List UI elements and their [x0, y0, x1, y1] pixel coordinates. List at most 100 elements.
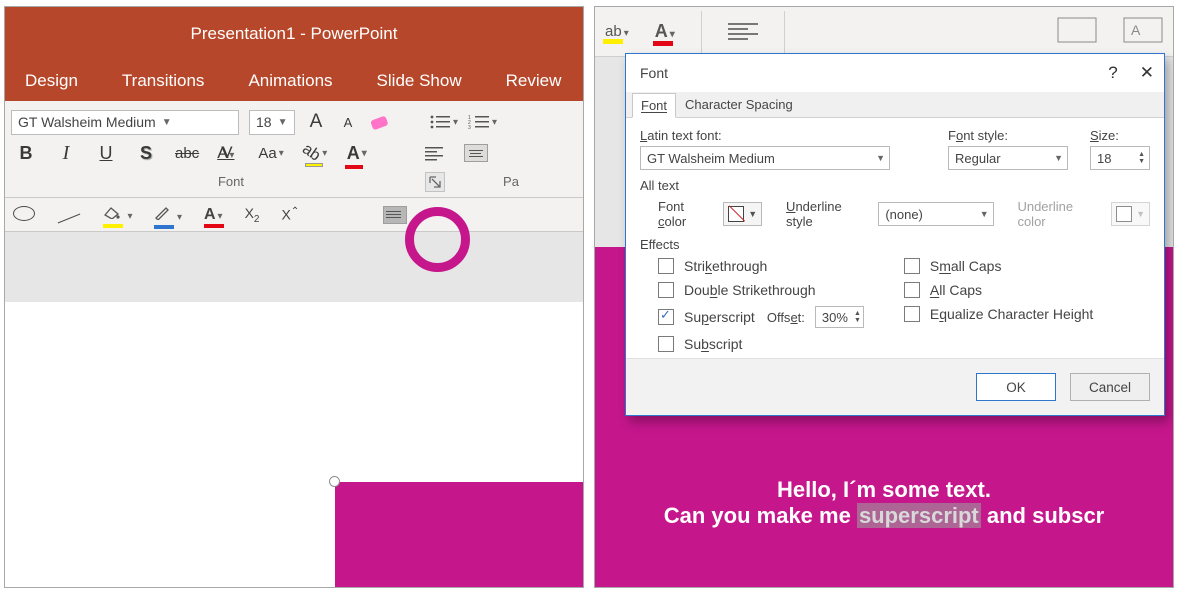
dialog-tab-font[interactable]: Font [632, 93, 676, 118]
underline-color-picker: ▼ [1111, 202, 1150, 226]
help-button[interactable]: ? [1108, 63, 1117, 83]
align-center-button[interactable] [464, 144, 488, 162]
paint-bucket-icon [103, 205, 121, 219]
shape-fill-button[interactable]: ▾ [103, 205, 132, 224]
increase-font-size-button[interactable] [305, 110, 327, 134]
dialog-tabs: Font Character Spacing [626, 92, 1164, 118]
selection-handle[interactable] [329, 476, 340, 487]
font-color-picker[interactable]: ▼ [723, 202, 762, 226]
chevron-down-icon: ▾ [451, 117, 458, 128]
color-swatch-icon [1116, 206, 1132, 222]
font-dialog-launcher[interactable] [425, 172, 445, 192]
tab-slideshow[interactable]: Slide Show [377, 71, 462, 91]
font-name-value: GT Walsheim Medium [18, 114, 156, 130]
font-style-combobox[interactable]: Regular ▼ [948, 146, 1068, 170]
spinner-icon: ▲▼ [1138, 151, 1145, 165]
align-left-button[interactable] [424, 141, 446, 165]
text-box-shape[interactable] [335, 482, 583, 587]
slide-text-line1: Hello, I´m some text. [595, 477, 1173, 503]
latin-font-combobox[interactable]: GT Walsheim Medium ▼ [640, 146, 890, 170]
superscript-checkbox[interactable]: Superscript [658, 309, 755, 325]
font-color-swatch [653, 41, 673, 46]
tab-animations[interactable]: Animations [248, 71, 332, 91]
offset-value: 30% [822, 310, 848, 325]
close-button[interactable]: ✕ [1140, 63, 1154, 83]
strikethrough-checkbox[interactable]: Strikethrough [658, 258, 864, 274]
svg-text:3: 3 [468, 125, 471, 130]
font-color-button-2[interactable]: A▾ [204, 206, 223, 224]
offset-spinner[interactable]: 30% ▲▼ [815, 306, 864, 328]
allcaps-checkbox[interactable]: All Caps [904, 282, 1093, 298]
tab-design[interactable]: Design [25, 71, 78, 91]
eraser-icon [369, 112, 391, 132]
rectangle-icon [1057, 17, 1097, 43]
font-size-value: 18 [256, 114, 272, 130]
italic-button[interactable]: I [55, 141, 77, 165]
shape-textbox-button[interactable]: A [1123, 17, 1163, 46]
shape-line-button[interactable] [57, 207, 81, 222]
slide-canvas[interactable] [5, 302, 583, 587]
font-size-spinner[interactable]: 18 ▲▼ [1090, 146, 1150, 170]
shape-ellipse-button[interactable] [13, 206, 35, 224]
ribbon-home-font: GT Walsheim Medium ▼ 18 ▼ [5, 101, 583, 198]
double-strikethrough-checkbox[interactable]: Double Strikethrough [658, 282, 864, 298]
clear-formatting-button[interactable] [369, 110, 391, 134]
ribbon-group-paragraph: Pa [451, 167, 571, 195]
text-highlight-button[interactable]: ab▾ [605, 23, 629, 40]
bold-button[interactable]: B [15, 141, 37, 165]
color-swatch-icon [728, 206, 744, 222]
ok-button[interactable]: OK [976, 373, 1056, 401]
selected-text[interactable]: superscript [857, 503, 981, 528]
ellipse-icon [13, 206, 35, 221]
font-name-combobox[interactable]: GT Walsheim Medium ▼ [11, 110, 239, 135]
subscript-button[interactable]: X2 [245, 205, 260, 225]
font-color-button[interactable]: A▾ [655, 21, 675, 42]
tab-review[interactable]: Review [506, 71, 562, 91]
line-icon [58, 214, 81, 224]
dialog-title: Font [640, 65, 668, 81]
mini-format-toolbar: ▾ ▾ A▾ X2 X⌃ [5, 198, 583, 232]
caret-icon: ⌃ [291, 206, 299, 217]
numbering-button[interactable]: 1 2 3 ▾ [468, 110, 497, 134]
font-size-value: 18 [1097, 151, 1111, 166]
text-shadow-button[interactable]: S [135, 141, 157, 165]
dialog-tab-character-spacing[interactable]: Character Spacing [676, 92, 802, 117]
equalize-height-checkbox[interactable]: Equalize Character Height [904, 306, 1093, 322]
shape-outline-button[interactable]: ▾ [154, 204, 181, 225]
alltext-label: All text [640, 178, 1150, 193]
underline-color-label: Underline color [1017, 199, 1101, 229]
font-color-button[interactable]: A ▾ [346, 141, 368, 165]
decrease-font-size-button[interactable] [337, 110, 359, 134]
character-spacing-button[interactable]: AV [217, 141, 240, 165]
tab-transitions[interactable]: Transitions [122, 71, 205, 91]
chevron-down-icon: ▾ [360, 148, 367, 159]
underline-button[interactable]: U [95, 141, 117, 165]
separator [784, 11, 785, 53]
right-panel: ab▾ A▾ A Hello, I´m some text. Can yo [594, 6, 1174, 588]
ribbon-tabs: Design Transitions Animations Slide Show… [5, 61, 583, 101]
strikethrough-button[interactable]: abc [175, 141, 199, 165]
cancel-button[interactable]: Cancel [1070, 373, 1150, 401]
align-button[interactable] [383, 206, 407, 224]
paragraph-align-group[interactable] [728, 23, 758, 40]
bullet-list-icon [429, 114, 451, 130]
textbox-icon: A [1123, 17, 1163, 43]
font-style-label: Font style: [948, 128, 1068, 143]
smallcaps-checkbox[interactable]: Small Caps [904, 258, 1093, 274]
underline-style-combobox[interactable]: (none) ▼ [878, 202, 993, 226]
bullets-button[interactable]: ▾ [429, 110, 458, 134]
spinner-icon: ▲▼ [854, 310, 861, 324]
dialog-title-bar: Font ? ✕ [626, 54, 1164, 92]
superscript-button[interactable]: X⌃ [281, 206, 299, 223]
dialog-launcher-icon [429, 176, 441, 188]
shape-rect-button[interactable] [1057, 17, 1097, 46]
subscript-checkbox[interactable]: Subscript [658, 336, 864, 352]
ribbon-group-paragraph-label: Pa [503, 174, 519, 189]
numbered-list-icon: 1 2 3 [468, 114, 490, 130]
change-case-button[interactable]: Aa▾ [258, 141, 283, 165]
font-size-combobox[interactable]: 18 ▼ [249, 110, 295, 135]
text-highlight-button[interactable]: ab ▾ [302, 141, 328, 165]
chevron-down-icon: ▾ [622, 28, 629, 39]
chevron-down-icon: ▾ [490, 117, 497, 128]
highlight-swatch [603, 39, 623, 44]
